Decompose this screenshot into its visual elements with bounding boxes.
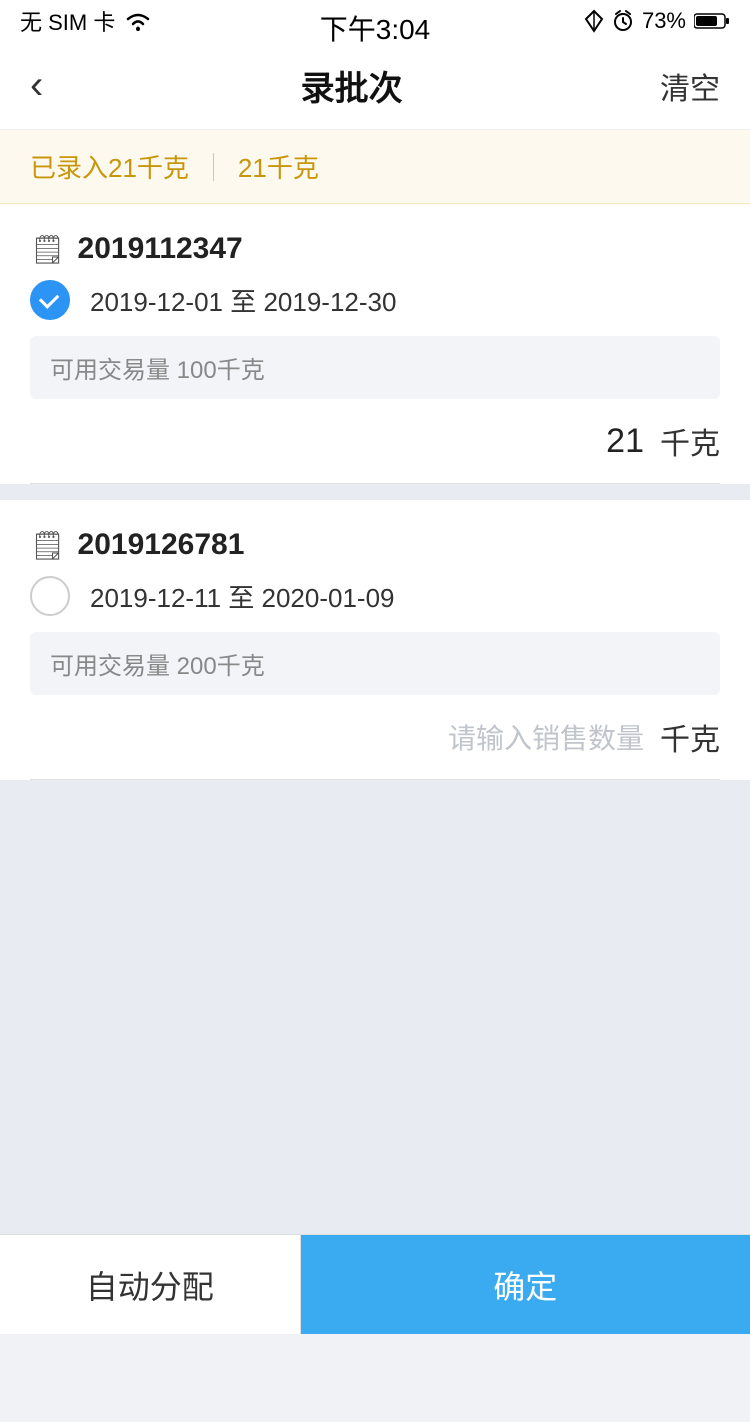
wifi-icon xyxy=(123,10,153,32)
recorded-qty-label: 已录入21千克 xyxy=(30,148,189,185)
status-bar: 无 SIM 卡 下午3:04 73% xyxy=(0,0,750,42)
batch1-id: 2019112347 xyxy=(78,232,243,266)
auto-distribute-button[interactable]: 自动分配 xyxy=(0,1235,301,1334)
batch1-unit: 千克 xyxy=(660,419,720,463)
batch2-card: 🗒 2019126781 2019-12-11 至 2020-01-09 可用交… xyxy=(0,500,750,695)
batch2-available-qty: 可用交易量 200千克 xyxy=(30,632,720,695)
batch2-header: 🗒 2019126781 xyxy=(30,528,720,562)
batch1-quantity-input[interactable] xyxy=(30,422,644,461)
batch2-input-wrapper: 千克 xyxy=(0,695,750,780)
batch1-input-wrapper: 千克 xyxy=(0,399,750,484)
batch2-id: 2019126781 xyxy=(78,528,245,562)
batch1-row: 2019-12-01 至 2019-12-30 xyxy=(30,280,720,320)
confirm-button[interactable]: 确定 xyxy=(301,1235,750,1334)
batch2-icon: 🗒 xyxy=(30,529,66,562)
clear-button[interactable]: 清空 xyxy=(660,64,720,108)
battery-text: 73% xyxy=(642,8,686,34)
batch1-card: 🗒 2019112347 2019-12-01 至 2019-12-30 可用交… xyxy=(0,204,750,399)
batch1-available-qty: 可用交易量 100千克 xyxy=(30,336,720,399)
batch1-date: 2019-12-01 至 2019-12-30 xyxy=(90,282,396,319)
alarm-icon xyxy=(612,9,634,33)
status-time: 下午3:04 xyxy=(320,8,431,48)
no-sim-text: 无 SIM 卡 xyxy=(20,5,115,37)
batch2-date: 2019-12-11 至 2020-01-09 xyxy=(90,578,395,615)
back-button[interactable]: ‹ xyxy=(30,63,43,108)
batch2-quantity-input[interactable] xyxy=(30,718,644,757)
batch1-input-row: 千克 xyxy=(30,399,720,483)
page-content: 已录入21千克 21千克 🗒 2019112347 2019-12-01 至 2… xyxy=(0,130,750,1422)
location-icon xyxy=(584,9,604,33)
batch1-icon: 🗒 xyxy=(30,233,66,266)
nav-bar: ‹ 录批次 清空 xyxy=(0,42,750,130)
batch2-input-row: 千克 xyxy=(30,695,720,779)
qty-value-label: 21千克 xyxy=(238,148,319,185)
status-left: 无 SIM 卡 xyxy=(20,5,153,37)
battery-icon xyxy=(694,12,730,30)
section-separator xyxy=(0,484,750,500)
page-title: 录批次 xyxy=(301,61,403,110)
status-right: 73% xyxy=(584,8,730,34)
batch1-header: 🗒 2019112347 xyxy=(30,232,720,266)
batch2-row: 2019-12-11 至 2020-01-09 xyxy=(30,576,720,616)
batch2-radio[interactable] xyxy=(30,576,70,616)
info-bar: 已录入21千克 21千克 xyxy=(0,130,750,204)
bottom-bar: 自动分配 确定 xyxy=(0,1234,750,1334)
info-divider xyxy=(213,153,214,181)
batch2-unit: 千克 xyxy=(660,715,720,759)
batch1-radio[interactable] xyxy=(30,280,70,320)
